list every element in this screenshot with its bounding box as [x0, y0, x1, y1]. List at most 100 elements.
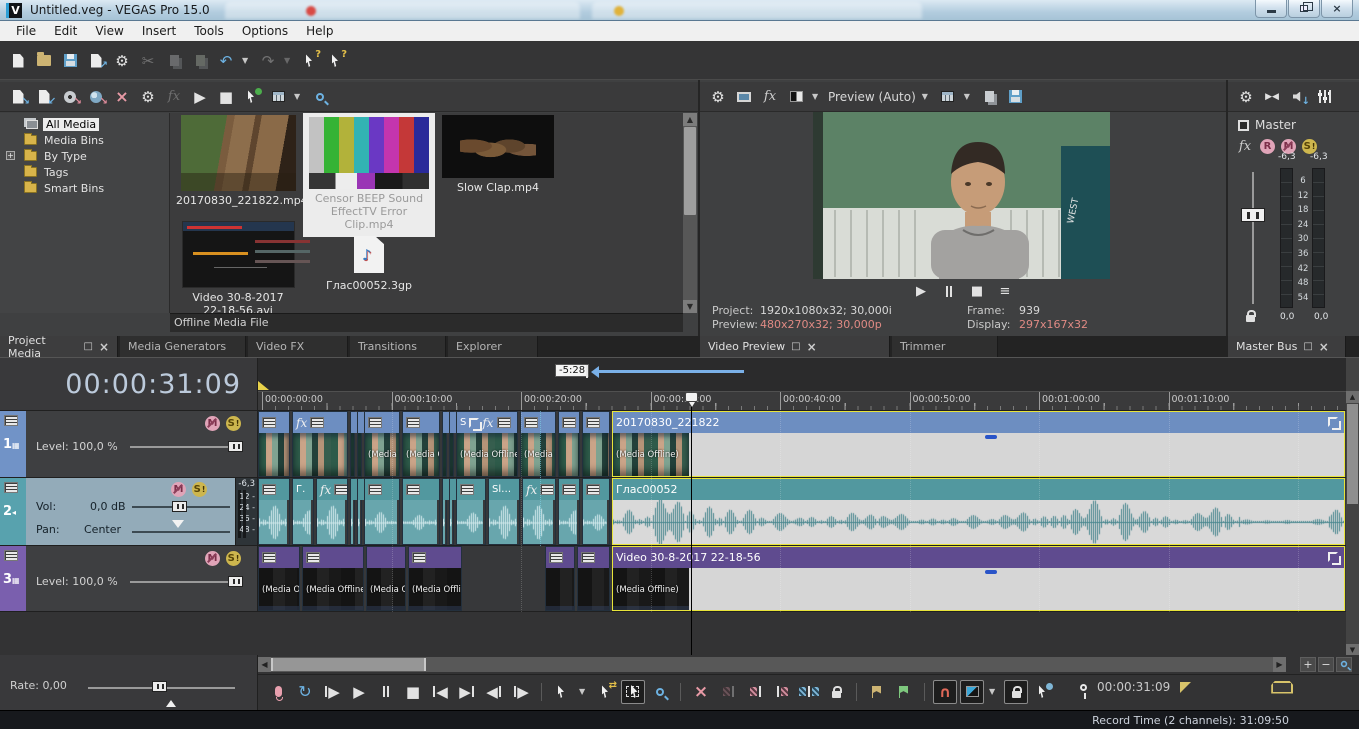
media-item[interactable]: Video 30-8-2017 22-18-56.avi: [176, 221, 300, 317]
event-fx-icon[interactable]: fx: [526, 483, 537, 497]
event-menu-icon[interactable]: [262, 417, 276, 428]
event-menu-icon[interactable]: [562, 417, 576, 428]
dock-tab-video-fx[interactable]: Video FX: [248, 336, 348, 357]
tab-restore-icon[interactable]: □: [1303, 341, 1312, 352]
event-menu-icon[interactable]: [310, 417, 325, 428]
playhead-handle[interactable]: [685, 392, 698, 407]
mixing-console-icon[interactable]: [1312, 85, 1336, 109]
tab-close-icon[interactable]: ×: [99, 340, 109, 354]
dock-tab-transitions[interactable]: Transitions: [350, 336, 446, 357]
timeline-event[interactable]: (Media Offline): [402, 411, 440, 477]
views-dropdown-icon[interactable]: ▼: [292, 85, 306, 109]
track-1-solo-icon[interactable]: S!: [226, 416, 241, 431]
timeline-event[interactable]: [357, 478, 364, 545]
preview-play-icon[interactable]: ▶: [188, 85, 212, 109]
selection-edit-tool-icon[interactable]: [621, 679, 645, 704]
external-monitor-icon[interactable]: [732, 85, 756, 109]
dock-tab-project-media[interactable]: Project Media □ ×: [0, 334, 118, 360]
menu-options[interactable]: Options: [234, 22, 296, 40]
timeline-event[interactable]: [545, 546, 575, 611]
open-project-icon[interactable]: [32, 49, 56, 73]
lock-envelopes-icon[interactable]: [1004, 679, 1028, 704]
tree-item-by-type[interactable]: + By Type: [0, 148, 169, 164]
timeline-events-area[interactable]: 20170830_221822 (Media Offline) fx (Media…: [258, 411, 1346, 612]
project-video-properties-icon[interactable]: ⚙: [706, 85, 730, 109]
timeline-event-video-2[interactable]: Video 30-8-2017 22-18-56 (Media Offline): [612, 546, 1345, 611]
track-2-volume-handle[interactable]: [172, 501, 187, 512]
next-edit-tool-icon[interactable]: ⇄: [594, 680, 618, 704]
zoom-out-timeline-button[interactable]: −: [1318, 657, 1334, 672]
edit-tool-dropdown-icon[interactable]: ▼: [577, 680, 591, 704]
timeline-event[interactable]: (Media Offline): [366, 546, 406, 611]
record-icon[interactable]: [266, 680, 290, 704]
event-menu-icon[interactable]: [406, 484, 420, 495]
track-3-level-handle[interactable]: [228, 576, 243, 587]
whats-this-help-icon[interactable]: ?: [324, 49, 348, 73]
play-icon[interactable]: ▶: [347, 680, 371, 704]
save-project-icon[interactable]: [58, 49, 82, 73]
split-screen-dropdown-icon[interactable]: ▼: [810, 85, 824, 109]
go-to-end-icon[interactable]: ▶: [455, 680, 479, 704]
timeline-event[interactable]: [442, 478, 449, 545]
mixer-properties-icon[interactable]: ⚙: [1234, 85, 1258, 109]
insert-region-icon[interactable]: [892, 680, 916, 704]
event-menu-icon[interactable]: [496, 417, 511, 428]
title-bar[interactable]: V Untitled.veg - VEGAS Pro 15.0 ×: [0, 0, 1359, 21]
preview-stop-icon[interactable]: ■: [214, 85, 238, 109]
timeline-horizontal-scrollbar[interactable]: ◀ ▶: [258, 657, 1286, 672]
tab-restore-icon[interactable]: □: [83, 341, 92, 352]
cursor-timecode[interactable]: 00:00:31:09: [1097, 680, 1170, 694]
timeline-event[interactable]: [350, 411, 357, 477]
views-icon[interactable]: [266, 85, 290, 109]
master-fader-track[interactable]: [1252, 172, 1254, 304]
undo-dropdown-icon[interactable]: ▼: [240, 49, 254, 73]
expand-icon[interactable]: +: [6, 151, 15, 160]
project-properties-icon[interactable]: ⚙: [110, 49, 134, 73]
delete-icon[interactable]: ×: [689, 680, 713, 704]
timeline-event[interactable]: (Media Offline): [258, 546, 300, 611]
timeline-event[interactable]: [350, 478, 357, 545]
track-header-1[interactable]: 1▦ M S! Level: 100,0 %: [0, 411, 258, 478]
dock-tab-master-bus[interactable]: Master Bus □ ×: [1228, 336, 1346, 357]
preview-play-button[interactable]: ▶: [912, 282, 930, 300]
menu-tools[interactable]: Tools: [186, 22, 232, 40]
timeline-event[interactable]: [449, 478, 456, 545]
track-3-solo-icon[interactable]: S!: [226, 551, 241, 566]
timeline-event[interactable]: [582, 411, 610, 477]
timeline-event[interactable]: [558, 478, 580, 545]
timeline-event[interactable]: [364, 478, 400, 545]
track-3-menu-icon[interactable]: [4, 550, 18, 561]
extract-audio-from-cd-icon[interactable]: ↘: [58, 85, 82, 109]
timeline-event[interactable]: (Media Offline): [364, 411, 400, 477]
overlays-icon[interactable]: [936, 85, 960, 109]
media-item[interactable]: Глас00052.3gp: [303, 221, 435, 292]
event-menu-icon[interactable]: [549, 552, 563, 563]
preview-stop-button[interactable]: ■: [968, 282, 986, 300]
video-output-fx-icon[interactable]: fx: [758, 85, 782, 109]
new-project-icon[interactable]: [6, 49, 30, 73]
zoom-tool-button[interactable]: [1336, 657, 1352, 672]
downmix-output-icon[interactable]: ▶◀: [1260, 85, 1284, 109]
split-icon[interactable]: [797, 680, 821, 704]
event-menu-icon[interactable]: [412, 552, 426, 563]
envelope-edit-tool-icon[interactable]: [1031, 680, 1055, 704]
search-media-bins-icon[interactable]: [308, 85, 332, 109]
master-fader-handle[interactable]: [1241, 208, 1265, 222]
media-properties-icon[interactable]: ⚙: [136, 85, 160, 109]
auto-ripple-dropdown-icon[interactable]: ▼: [987, 680, 1001, 704]
master-lock-icon[interactable]: [1246, 310, 1256, 325]
tab-close-icon[interactable]: ×: [807, 340, 817, 354]
trim-end-icon[interactable]: [743, 680, 767, 704]
auto-preview-icon[interactable]: [240, 85, 264, 109]
timeline-event[interactable]: [357, 411, 364, 477]
restore-button[interactable]: [1288, 0, 1320, 18]
tree-item-tags[interactable]: Tags: [0, 164, 169, 180]
timeline-event[interactable]: (Media Offline): [302, 546, 364, 611]
track-1-level-slider[interactable]: [130, 446, 238, 448]
timeline-event-audio[interactable]: Глас00052: [612, 478, 1345, 545]
scroll-up-icon[interactable]: ▲: [683, 113, 697, 126]
event-menu-icon[interactable]: [406, 417, 420, 428]
tab-close-icon[interactable]: ×: [1319, 340, 1329, 354]
track-1-mute-icon[interactable]: M: [205, 416, 220, 431]
time-ruler[interactable]: 00:00:00:00 00:00:10:00 00:00:20:00 00:00:3…: [258, 391, 1346, 411]
